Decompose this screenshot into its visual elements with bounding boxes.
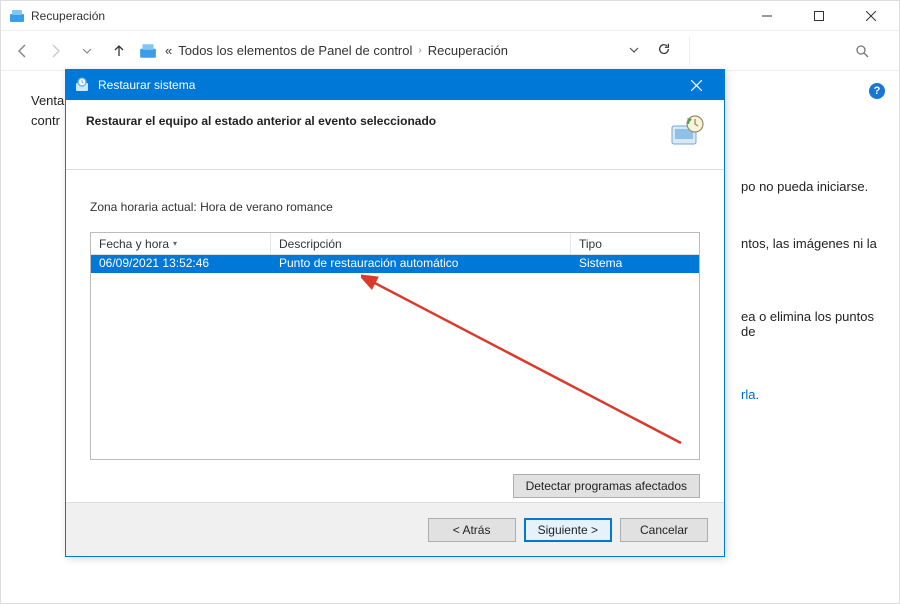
parent-window-title: Recuperación bbox=[31, 9, 105, 23]
restore-points-table[interactable]: Fecha y hora ▾ Descripción Tipo 06/09/20… bbox=[90, 232, 700, 460]
breadcrumb-item-1[interactable]: Todos los elementos de Panel de control bbox=[178, 43, 412, 58]
maximize-button[interactable] bbox=[799, 2, 839, 30]
cancel-button[interactable]: Cancelar bbox=[620, 518, 708, 542]
search-icon bbox=[855, 44, 869, 58]
obscured-text-1: po no pueda iniciarse. bbox=[741, 179, 891, 194]
dialog-titlebar: Restaurar sistema bbox=[66, 70, 724, 100]
detect-programs-button[interactable]: Detectar programas afectados bbox=[513, 474, 700, 498]
window-controls bbox=[747, 2, 891, 30]
address-dropdown-icon[interactable] bbox=[629, 44, 639, 58]
breadcrumb-prefix: « bbox=[165, 43, 172, 58]
timezone-label: Zona horaria actual: Hora de verano roma… bbox=[90, 200, 700, 214]
refresh-icon[interactable] bbox=[657, 42, 671, 59]
cell-description: Punto de restauración automático bbox=[271, 255, 571, 273]
dialog-footer: < Atrás Siguiente > Cancelar bbox=[66, 502, 724, 556]
recovery-icon bbox=[9, 8, 25, 24]
up-arrow-icon[interactable] bbox=[107, 39, 131, 63]
dialog-close-button[interactable] bbox=[676, 71, 716, 99]
recent-dropdown-icon[interactable] bbox=[75, 39, 99, 63]
restore-icon bbox=[74, 77, 90, 93]
parent-toolbar: « Todos los elementos de Panel de contro… bbox=[1, 31, 899, 71]
back-button[interactable]: < Atrás bbox=[428, 518, 516, 542]
dialog-header: Restaurar el equipo al estado anterior a… bbox=[66, 100, 724, 170]
help-icon[interactable]: ? bbox=[869, 83, 885, 99]
column-type[interactable]: Tipo bbox=[571, 233, 699, 254]
column-description[interactable]: Descripción bbox=[271, 233, 571, 254]
sort-desc-icon: ▾ bbox=[173, 239, 177, 248]
address-icon bbox=[139, 42, 157, 60]
obscured-link[interactable]: rla. bbox=[741, 387, 891, 402]
back-arrow-icon[interactable] bbox=[11, 39, 35, 63]
search-box[interactable] bbox=[689, 37, 889, 65]
cell-type: Sistema bbox=[571, 255, 699, 273]
forward-arrow-icon[interactable] bbox=[43, 39, 67, 63]
column-date[interactable]: Fecha y hora ▾ bbox=[91, 233, 271, 254]
parent-titlebar: Recuperación bbox=[1, 1, 899, 31]
obscured-text-2: ntos, las imágenes ni la bbox=[741, 236, 891, 251]
obscured-text-3: ea o elimina los puntos de bbox=[741, 309, 891, 339]
dialog-heading: Restaurar el equipo al estado anterior a… bbox=[86, 114, 436, 128]
system-restore-dialog: Restaurar sistema Restaurar el equipo al… bbox=[65, 69, 725, 557]
annotation-arrow bbox=[361, 273, 691, 453]
dialog-title: Restaurar sistema bbox=[98, 78, 676, 92]
table-header: Fecha y hora ▾ Descripción Tipo bbox=[91, 233, 699, 255]
dialog-body: Zona horaria actual: Hora de verano roma… bbox=[66, 170, 724, 508]
minimize-button[interactable] bbox=[747, 2, 787, 30]
next-button[interactable]: Siguiente > bbox=[524, 518, 612, 542]
cell-date: 06/09/2021 13:52:46 bbox=[91, 255, 271, 273]
chevron-right-icon: › bbox=[418, 45, 421, 56]
table-row[interactable]: 06/09/2021 13:52:46 Punto de restauració… bbox=[91, 255, 699, 273]
restore-header-icon bbox=[668, 114, 704, 150]
breadcrumb[interactable]: « Todos los elementos de Panel de contro… bbox=[165, 43, 621, 58]
close-button[interactable] bbox=[851, 2, 891, 30]
breadcrumb-item-2[interactable]: Recuperación bbox=[428, 43, 508, 58]
